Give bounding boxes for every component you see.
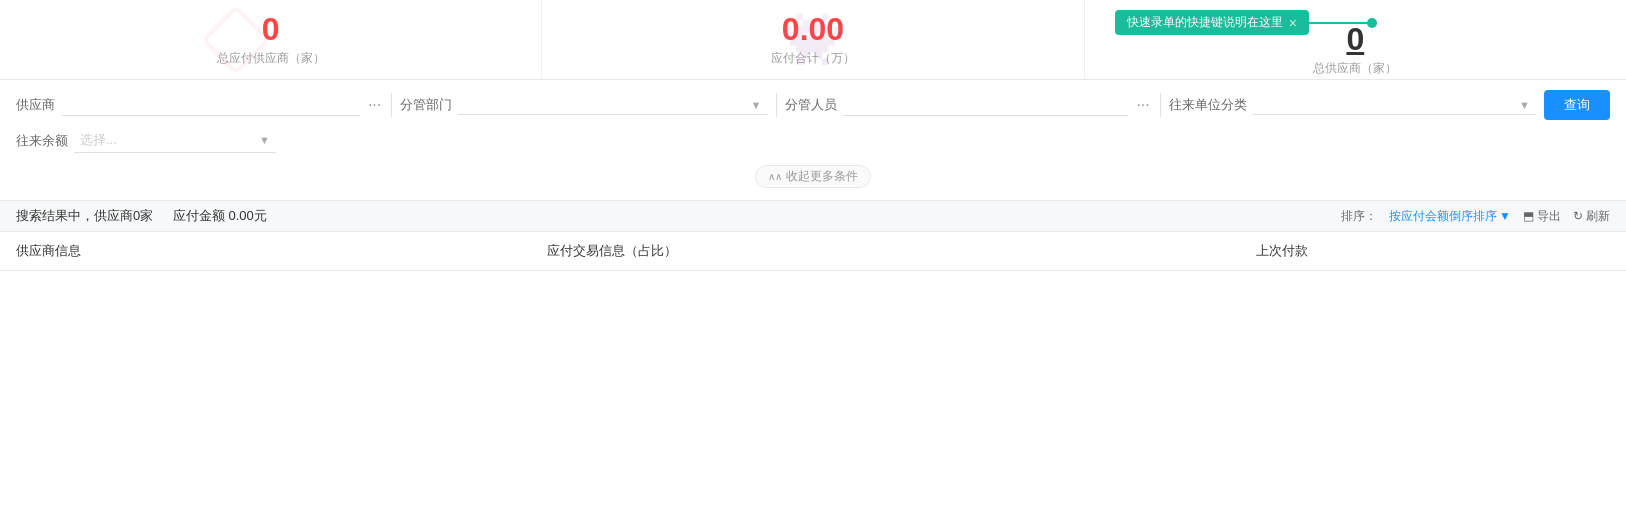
filter-unit-class: 往来单位分类 ▼ — [1169, 96, 1536, 115]
card-total-supplier: 快速录单的快捷键说明在这里 × 0 总供应商（家） — [1085, 0, 1626, 79]
collapse-button[interactable]: ∧∧ 收起更多条件 — [755, 165, 871, 188]
unit-class-chevron-icon: ▼ — [1519, 99, 1530, 111]
table-body — [0, 271, 1626, 515]
th-transaction-info: 应付交易信息（占比） — [547, 242, 1255, 260]
result-bar: 搜索结果中，供应商0家 应付金额 0.00元 排序： 按应付会额倒序排序 ▼ ⬒… — [0, 201, 1626, 232]
unit-class-label: 往来单位分类 — [1169, 96, 1247, 114]
person-label: 分管人员 — [785, 96, 837, 114]
collapse-row: ∧∧ 收起更多条件 — [16, 161, 1610, 196]
table-header: 供应商信息 应付交易信息（占比） 上次付款 — [0, 232, 1626, 271]
filter-dept: 分管部门 ▼ — [400, 96, 767, 115]
refresh-icon: ↻ — [1573, 209, 1583, 223]
result-text: 搜索结果中，供应商0家 — [16, 208, 153, 223]
card-payable-sum: 👾 0.00 应付合计（万） — [542, 0, 1084, 79]
top-cards-section: 0 总应付供应商（家） 👾 0.00 应付合计（万） 快速录单的快捷键说明在这里… — [0, 0, 1626, 80]
divider-2 — [776, 93, 777, 117]
refresh-label: 刷新 — [1586, 208, 1610, 225]
total-supplier-number: 0 — [1346, 22, 1364, 57]
person-dots-button[interactable]: ··· — [1134, 97, 1151, 113]
total-supplier-label: 总供应商（家） — [1313, 60, 1397, 77]
result-amount: 应付金额 0.00元 — [173, 208, 267, 223]
export-button[interactable]: ⬒ 导出 — [1523, 208, 1561, 225]
balance-placeholder: 选择... — [80, 131, 255, 149]
dept-label: 分管部门 — [400, 96, 452, 114]
result-actions: 排序： 按应付会额倒序排序 ▼ ⬒ 导出 ↻ 刷新 — [1341, 208, 1610, 225]
ghost-icon: 👾 — [780, 9, 845, 70]
filter-person: 分管人员 ··· — [785, 94, 1152, 116]
filter-area: 供应商 ··· 分管部门 ▼ 分管人员 ··· 往来单位分类 ▼ — [0, 80, 1626, 201]
filter-row-1: 供应商 ··· 分管部门 ▼ 分管人员 ··· 往来单位分类 ▼ — [16, 90, 1610, 120]
result-info: 搜索结果中，供应商0家 应付金额 0.00元 — [16, 207, 267, 225]
sort-select[interactable]: 按应付会额倒序排序 ▼ — [1389, 208, 1511, 225]
filter-row-2: 往来余额 选择... ▼ — [16, 128, 1610, 153]
tooltip-dot — [1367, 18, 1377, 28]
refresh-button[interactable]: ↻ 刷新 — [1573, 208, 1610, 225]
sort-label: 排序： — [1341, 208, 1377, 225]
card-supplier-count: 0 总应付供应商（家） — [0, 0, 542, 79]
collapse-label: 收起更多条件 — [786, 168, 858, 185]
divider-3 — [1160, 93, 1161, 117]
sort-chevron-icon: ▼ — [1499, 209, 1511, 223]
supplier-input[interactable] — [62, 94, 360, 116]
person-input[interactable] — [843, 94, 1129, 116]
balance-label: 往来余额 — [16, 132, 68, 150]
tooltip-text: 快速录单的快捷键说明在这里 — [1127, 14, 1283, 31]
supplier-dots-button[interactable]: ··· — [366, 97, 383, 113]
th-last-payment: 上次付款 — [1256, 242, 1610, 260]
export-label: 导出 — [1537, 208, 1561, 225]
dept-chevron-icon: ▼ — [751, 99, 762, 111]
unit-class-select[interactable]: ▼ — [1253, 96, 1536, 115]
query-button[interactable]: 查询 — [1544, 90, 1610, 120]
tooltip-bubble: 快速录单的快捷键说明在这里 × — [1115, 10, 1309, 35]
th-supplier-info: 供应商信息 — [16, 242, 547, 260]
collapse-up-icon: ∧∧ — [768, 171, 782, 182]
balance-chevron-icon: ▼ — [259, 134, 270, 146]
supplier-label: 供应商 — [16, 96, 56, 114]
balance-select[interactable]: 选择... ▼ — [74, 128, 276, 153]
filter-supplier: 供应商 ··· — [16, 94, 383, 116]
dept-select[interactable]: ▼ — [458, 96, 767, 115]
filter-balance: 往来余额 选择... ▼ — [16, 128, 276, 153]
divider-1 — [391, 93, 392, 117]
tooltip-close-button[interactable]: × — [1289, 15, 1297, 31]
export-icon: ⬒ — [1523, 209, 1534, 223]
sort-value: 按应付会额倒序排序 — [1389, 208, 1497, 225]
